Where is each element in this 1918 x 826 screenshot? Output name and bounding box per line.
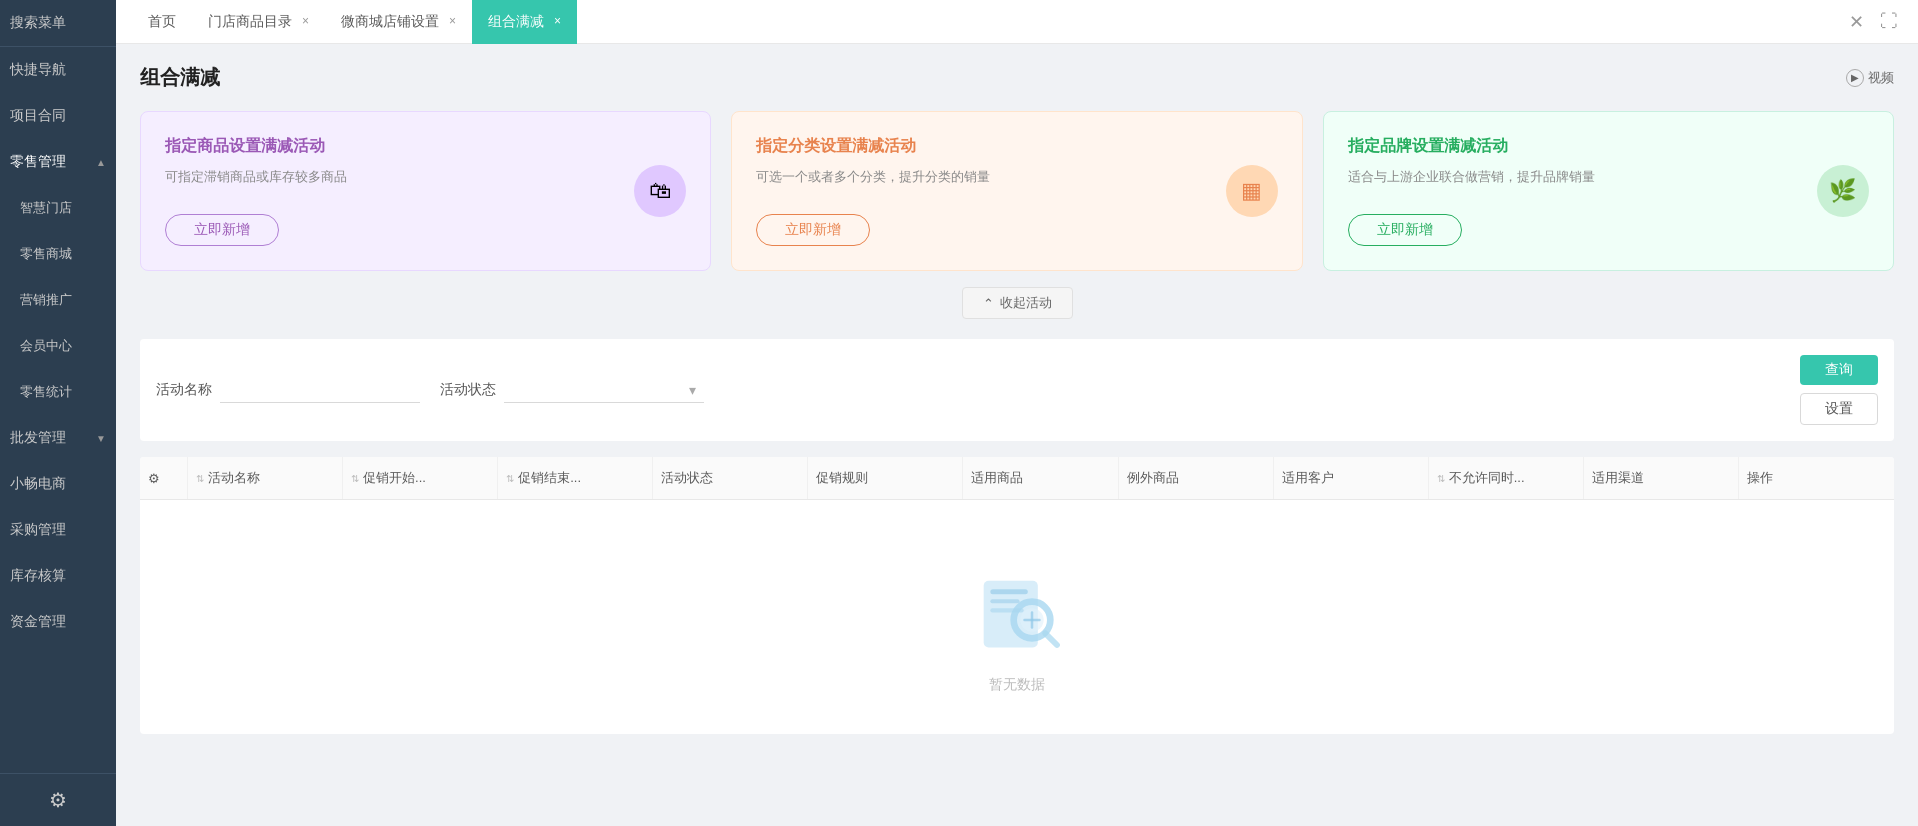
close-window-icon[interactable]: ✕	[1845, 7, 1868, 37]
sidebar-item-smart-store[interactable]: 智慧门店	[0, 185, 116, 231]
promo-card-brand-btn[interactable]: 立即新增	[1348, 214, 1462, 246]
sidebar-item-project-contract[interactable]: 项目合同	[0, 93, 116, 139]
promo-card-category-title: 指定分类设置满减活动	[756, 136, 1277, 157]
th-promo-end[interactable]: ⇅ 促销结束...	[498, 457, 653, 499]
main-area: 首页 门店商品目录 × 微商城店铺设置 × 组合满减 × ✕ ⛶ 组合满减 ▶ …	[116, 0, 1918, 826]
sidebar-search[interactable]: 搜索菜单	[0, 0, 116, 47]
th-applicable-customer: 适用客户	[1274, 457, 1429, 499]
promo-card-category-desc: 可选一个或者多个分类，提升分类的销量	[756, 167, 1121, 188]
tab-close-combo-discount[interactable]: ×	[554, 0, 561, 43]
tab-combo-discount[interactable]: 组合满减 ×	[472, 0, 577, 44]
promo-card-brand-title: 指定品牌设置满减活动	[1348, 136, 1869, 157]
activity-status-select[interactable]: ▾	[504, 378, 704, 403]
svg-rect-1	[990, 589, 1028, 594]
th-activity-status: 活动状态	[653, 457, 808, 499]
page-header: 组合满减 ▶ 视频	[140, 64, 1894, 91]
sidebar-item-marketing[interactable]: 营销推广	[0, 277, 116, 323]
sidebar-item-retail-mall[interactable]: 零售商城	[0, 231, 116, 277]
th-promo-rule: 促销规则	[808, 457, 963, 499]
page-title: 组合满减	[140, 64, 220, 91]
sidebar-item-quick-nav[interactable]: 快捷导航	[0, 47, 116, 93]
th-exception-product: 例外商品	[1119, 457, 1274, 499]
filter-activity-status-label: 活动状态	[440, 381, 496, 399]
empty-state: 暂无数据	[140, 500, 1894, 734]
filter-activity-name: 活动名称	[156, 378, 420, 403]
chevron-down-icon: ▼	[96, 433, 106, 444]
collapse-button[interactable]: ⌃ 收起活动	[962, 287, 1073, 319]
sidebar-item-retail-mgmt[interactable]: 零售管理 ▲	[0, 139, 116, 185]
tab-close-store-catalog[interactable]: ×	[302, 0, 309, 43]
sort-icon: ⇅	[506, 473, 514, 484]
th-not-allow-concurrent[interactable]: ⇅ 不允许同时...	[1429, 457, 1584, 499]
filter-actions: 查询 设置	[1800, 355, 1878, 425]
tab-wechat-store-settings[interactable]: 微商城店铺设置 ×	[325, 0, 472, 44]
settings-icon[interactable]: ⚙	[49, 788, 67, 812]
th-promo-start[interactable]: ⇅ 促销开始...	[343, 457, 498, 499]
tab-bar: 首页 门店商品目录 × 微商城店铺设置 × 组合满减 × ✕ ⛶	[116, 0, 1918, 44]
empty-state-icon	[967, 560, 1067, 660]
th-activity-name[interactable]: ⇅ 活动名称	[188, 457, 343, 499]
content-area: 组合满减 ▶ 视频 指定商品设置满减活动 可指定滞销商品或库存较多商品 🛍 立即…	[116, 44, 1918, 826]
th-applicable-product: 适用商品	[963, 457, 1118, 499]
empty-state-text: 暂无数据	[989, 676, 1045, 694]
settings-icon: ⚙	[148, 471, 160, 486]
chevron-down-icon: ▾	[689, 382, 696, 398]
promo-card-brand-desc: 适合与上游企业联合做营销，提升品牌销量	[1348, 167, 1713, 188]
chevron-up-icon: ▲	[96, 157, 106, 168]
collapse-bar: ⌃ 收起活动	[140, 287, 1894, 319]
tab-home[interactable]: 首页	[132, 0, 192, 44]
svg-rect-2	[990, 599, 1019, 603]
filter-row: 活动名称 活动状态 ▾ 查询 设置	[140, 339, 1894, 441]
sidebar-item-inventory[interactable]: 库存核算	[0, 553, 116, 599]
tab-store-catalog[interactable]: 门店商品目录 ×	[192, 0, 325, 44]
sort-icon: ⇅	[351, 473, 359, 484]
sidebar-item-purchase-mgmt[interactable]: 采购管理	[0, 507, 116, 553]
promo-card-brand-icon: 🌿	[1817, 165, 1869, 217]
tab-bar-actions: ✕ ⛶	[1845, 7, 1902, 37]
query-button[interactable]: 查询	[1800, 355, 1878, 385]
th-operation: 操作	[1739, 457, 1894, 499]
tab-close-wechat-store[interactable]: ×	[449, 0, 456, 43]
play-icon: ▶	[1846, 69, 1864, 87]
promo-card-category: 指定分类设置满减活动 可选一个或者多个分类，提升分类的销量 ▦ 立即新增	[731, 111, 1302, 271]
promo-card-category-icon: ▦	[1226, 165, 1278, 217]
th-applicable-channel: 适用渠道	[1584, 457, 1739, 499]
filter-activity-name-label: 活动名称	[156, 381, 212, 399]
sidebar-item-wholesale-mgmt[interactable]: 批发管理 ▼	[0, 415, 116, 461]
activity-name-input[interactable]	[220, 378, 420, 403]
sort-icon: ⇅	[196, 473, 204, 484]
sort-icon: ⇅	[1437, 473, 1445, 484]
sidebar-item-member-center[interactable]: 会员中心	[0, 323, 116, 369]
promo-card-brand: 指定品牌设置满减活动 适合与上游企业联合做营销，提升品牌销量 🌿 立即新增	[1323, 111, 1894, 271]
chevron-up-icon: ⌃	[983, 296, 994, 311]
promo-card-product-title: 指定商品设置满减活动	[165, 136, 686, 157]
sidebar: 搜索菜单 快捷导航 项目合同 零售管理 ▲ 智慧门店 零售商城 营销推广 会员中…	[0, 0, 116, 826]
promo-card-product-icon: 🛍	[634, 165, 686, 217]
th-settings[interactable]: ⚙	[140, 457, 188, 499]
promo-card-product: 指定商品设置满减活动 可指定滞销商品或库存较多商品 🛍 立即新增	[140, 111, 711, 271]
sidebar-item-finance[interactable]: 资金管理	[0, 599, 116, 645]
video-link[interactable]: ▶ 视频	[1846, 69, 1894, 87]
expand-icon[interactable]: ⛶	[1876, 7, 1902, 36]
sidebar-item-retail-stats[interactable]: 零售统计	[0, 369, 116, 415]
table-header: ⚙ ⇅ 活动名称 ⇅ 促销开始... ⇅ 促销结束... 活动状态	[140, 457, 1894, 500]
promo-card-product-desc: 可指定滞销商品或库存较多商品	[165, 167, 530, 188]
sidebar-item-xiaochang-ecom[interactable]: 小畅电商	[0, 461, 116, 507]
filter-activity-status: 活动状态 ▾	[440, 378, 704, 403]
promo-card-category-btn[interactable]: 立即新增	[756, 214, 870, 246]
sidebar-bottom: ⚙	[0, 773, 116, 826]
settings-button[interactable]: 设置	[1800, 393, 1878, 425]
promo-cards-row: 指定商品设置满减活动 可指定滞销商品或库存较多商品 🛍 立即新增 指定分类设置满…	[140, 111, 1894, 271]
svg-line-6	[1045, 633, 1057, 645]
promo-card-product-btn[interactable]: 立即新增	[165, 214, 279, 246]
data-table: ⚙ ⇅ 活动名称 ⇅ 促销开始... ⇅ 促销结束... 活动状态	[140, 457, 1894, 734]
